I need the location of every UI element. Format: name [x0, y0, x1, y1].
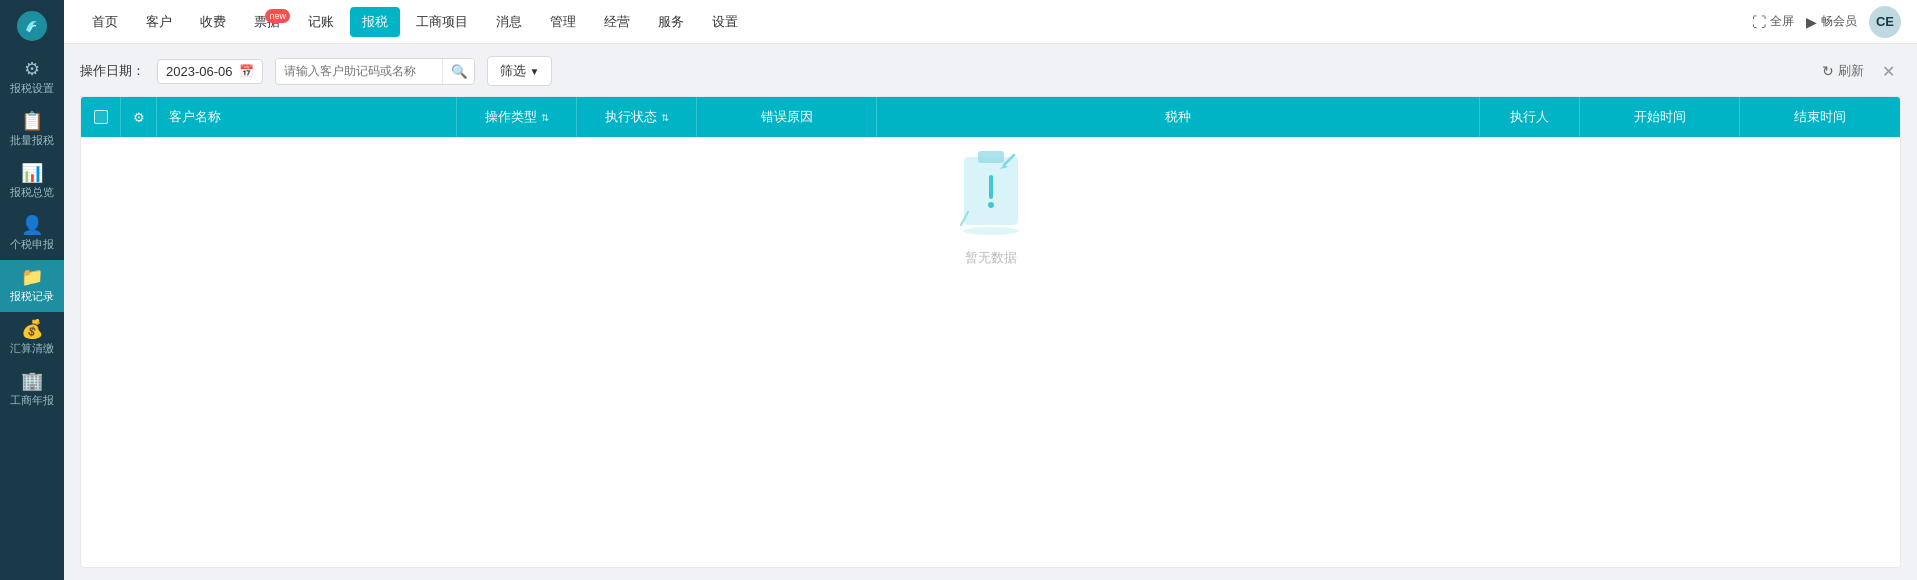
filter-button[interactable]: 筛选 ▼: [487, 56, 553, 86]
sidebar-label-batch-tax: 批量报税: [10, 133, 54, 148]
search-box: 🔍: [275, 58, 475, 85]
sidebar-item-tax-records[interactable]: 📁 报税记录: [0, 260, 64, 312]
th-op-type[interactable]: 操作类型 ⇅: [457, 97, 577, 137]
nav-messages[interactable]: 消息: [484, 7, 534, 37]
sidebar-item-tax-settings[interactable]: ⚙ 报税设置: [0, 52, 64, 104]
sidebar-label-personal-tax: 个税申报: [10, 237, 54, 252]
toolbar: 操作日期： 2023-06-06 📅 🔍 筛选 ▼ ↻ 刷新 ✕: [80, 56, 1901, 86]
sidebar-item-tax-summary[interactable]: 📊 报税总览: [0, 156, 64, 208]
sidebar-label-tax-records: 报税记录: [10, 289, 54, 304]
nav-operations[interactable]: 经营: [592, 7, 642, 37]
th-settings[interactable]: ⚙: [121, 97, 157, 137]
annual-report-icon: 🏢: [21, 372, 43, 390]
nav-billing[interactable]: 收费: [188, 7, 238, 37]
th-name: 客户名称: [157, 97, 457, 137]
nav-tickets[interactable]: 票据 new: [242, 7, 292, 37]
sidebar-item-batch-tax[interactable]: 📋 批量报税: [0, 104, 64, 156]
th-checkbox[interactable]: [81, 97, 121, 137]
tax-records-icon: 📁: [21, 268, 43, 286]
content-area: 操作日期： 2023-06-06 📅 🔍 筛选 ▼ ↻ 刷新 ✕: [64, 44, 1917, 580]
tax-settings-icon: ⚙: [24, 60, 40, 78]
date-value: 2023-06-06: [166, 64, 233, 79]
app-logo[interactable]: [14, 8, 50, 44]
main-content: 首页 客户 收费 票据 new 记账 报税 工商项目 消息: [64, 0, 1917, 580]
svg-point-4: [988, 202, 994, 208]
settings-icon: ⚙: [133, 110, 145, 125]
nav-management[interactable]: 管理: [538, 7, 588, 37]
member-icon: ▶: [1806, 14, 1817, 30]
empty-text: 暂无数据: [965, 249, 1017, 267]
new-badge: new: [265, 9, 290, 24]
th-error: 错误原因: [697, 97, 877, 137]
personal-tax-icon: 👤: [21, 216, 43, 234]
th-executor: 执行人: [1480, 97, 1580, 137]
tax-summary-icon: 📊: [21, 164, 43, 182]
empty-state: 暂无数据: [81, 137, 1900, 267]
sidebar: ⚙ 报税设置 📋 批量报税 📊 报税总览 👤 个税申报 📁 报税记录 💰 汇算清…: [0, 0, 64, 580]
date-picker[interactable]: 2023-06-06 📅: [157, 59, 263, 84]
avatar[interactable]: CE: [1869, 6, 1901, 38]
table-body: 暂无数据: [81, 137, 1900, 567]
nav-clients[interactable]: 客户: [134, 7, 184, 37]
search-button[interactable]: 🔍: [442, 59, 475, 84]
sidebar-label-annual-report: 工商年报: [10, 393, 54, 408]
refresh-button[interactable]: ↻ 刷新: [1822, 62, 1864, 80]
fullscreen-icon: ⛶: [1752, 14, 1766, 30]
sort-icon-op-type: ⇅: [541, 112, 549, 123]
search-input[interactable]: [276, 59, 442, 83]
topnav-right: ⛶ 全屏 ▶ 畅会员 CE: [1752, 6, 1901, 38]
data-table: ⚙ 客户名称 操作类型 ⇅ 执行状态 ⇅ 错误原因 税种: [80, 96, 1901, 568]
th-start: 开始时间: [1580, 97, 1740, 137]
sidebar-item-settlement[interactable]: 💰 汇算清缴: [0, 312, 64, 364]
svg-point-8: [963, 227, 1019, 235]
settlement-icon: 💰: [21, 320, 43, 338]
sidebar-item-annual-report[interactable]: 🏢 工商年报: [0, 364, 64, 416]
member-button[interactable]: ▶ 畅会员: [1806, 13, 1857, 30]
table-header: ⚙ 客户名称 操作类型 ⇅ 执行状态 ⇅ 错误原因 税种: [81, 97, 1900, 137]
sidebar-label-settlement: 汇算清缴: [10, 341, 54, 356]
th-end: 结束时间: [1740, 97, 1900, 137]
calendar-icon: 📅: [239, 64, 254, 78]
svg-rect-2: [978, 151, 1004, 163]
nav-commerce[interactable]: 工商项目: [404, 7, 480, 37]
th-status[interactable]: 执行状态 ⇅: [577, 97, 697, 137]
header-checkbox[interactable]: [94, 110, 108, 124]
sidebar-label-tax-settings: 报税设置: [10, 81, 54, 96]
nav-tax[interactable]: 报税: [350, 7, 400, 37]
close-icon: ✕: [1882, 63, 1895, 80]
fullscreen-button[interactable]: ⛶ 全屏: [1752, 13, 1794, 30]
sidebar-item-personal-tax[interactable]: 👤 个税申报: [0, 208, 64, 260]
refresh-icon: ↻: [1822, 63, 1834, 79]
nav-accounting[interactable]: 记账: [296, 7, 346, 37]
top-navigation: 首页 客户 收费 票据 new 记账 报税 工商项目 消息: [64, 0, 1917, 44]
sort-icon-status: ⇅: [661, 112, 669, 123]
empty-illustration: [946, 137, 1036, 237]
nav-home[interactable]: 首页: [80, 7, 130, 37]
svg-rect-3: [989, 175, 993, 199]
refresh-label: 刷新: [1838, 62, 1864, 80]
nav-settings[interactable]: 设置: [700, 7, 750, 37]
chevron-down-icon: ▼: [530, 66, 540, 77]
th-tax: 税种: [877, 97, 1480, 137]
filter-label: 筛选: [500, 62, 526, 80]
batch-tax-icon: 📋: [21, 112, 43, 130]
nav-services[interactable]: 服务: [646, 7, 696, 37]
nav-items: 首页 客户 收费 票据 new 记账 报税 工商项目 消息: [80, 7, 1752, 37]
sidebar-label-tax-summary: 报税总览: [10, 185, 54, 200]
date-label: 操作日期：: [80, 62, 145, 80]
search-icon: 🔍: [451, 64, 468, 79]
close-button[interactable]: ✕: [1876, 60, 1901, 83]
